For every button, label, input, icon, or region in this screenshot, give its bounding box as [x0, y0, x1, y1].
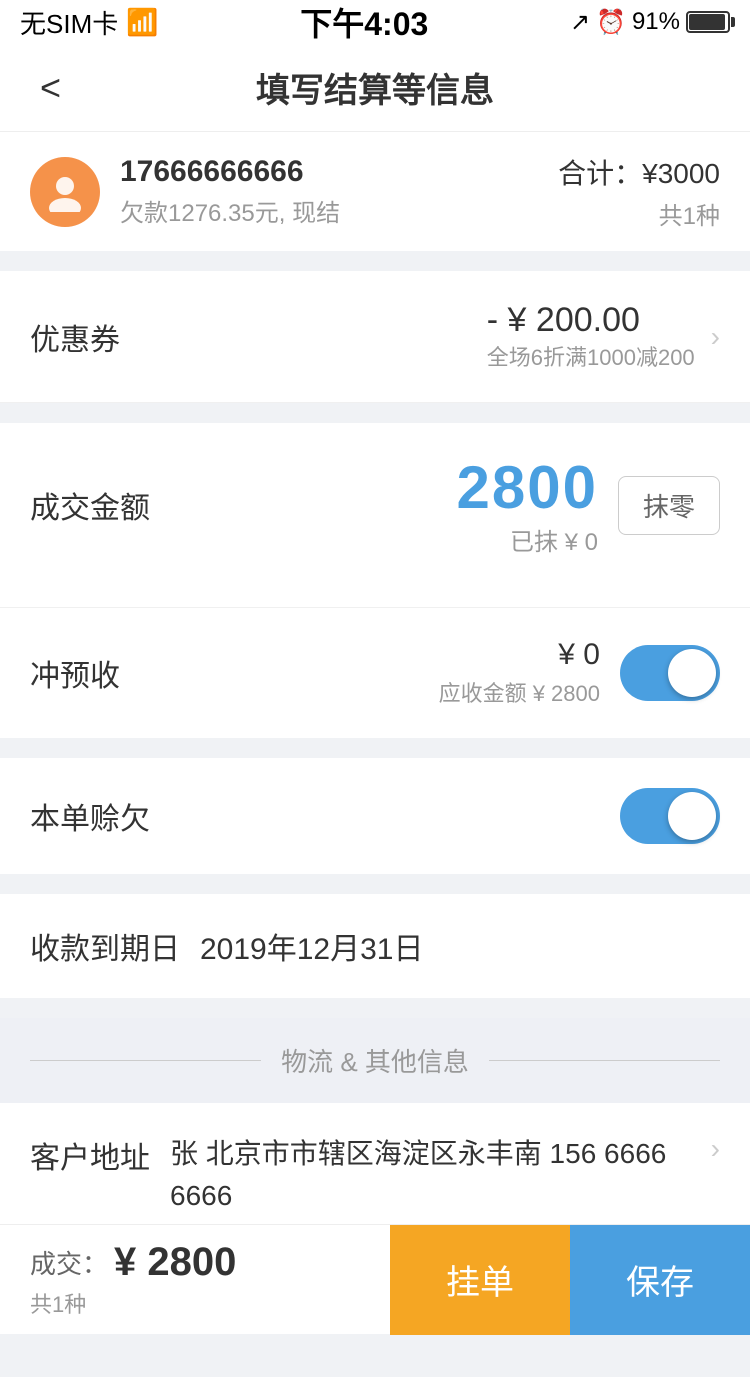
- page-title: 填写结算等信息: [256, 63, 494, 112]
- credit-toggle[interactable]: [620, 788, 720, 844]
- coupon-amount: - ¥ 200.00: [487, 301, 695, 340]
- prepay-row: 冲预收 ¥ 0 应收金额 ¥ 2800: [0, 608, 750, 738]
- customer-left: 17666666666 欠款1276.35元, 现结: [30, 155, 340, 228]
- address-value: 张 北京市市辖区海淀区永丰南 156 6666 6666: [170, 1133, 691, 1217]
- coupon-desc: 全场6折满1000减200: [487, 340, 695, 372]
- address-chevron-icon: ›: [711, 1133, 720, 1165]
- credit-label: 本单赊欠: [30, 794, 150, 838]
- amount-section: 成交金额 2800 已抹 ¥ 0 抹零: [0, 423, 750, 607]
- divider-line-left: [30, 1060, 261, 1061]
- customer-right: 合计：¥3000 共1种: [558, 152, 720, 231]
- location-icon: ↗: [570, 8, 590, 37]
- prepay-receivable: 应收金额 ¥ 2800: [439, 676, 600, 708]
- main-content: 17666666666 欠款1276.35元, 现结 合计：¥3000 共1种 …: [0, 132, 750, 1377]
- hold-button[interactable]: 挂单: [390, 1225, 570, 1335]
- coupon-row[interactable]: 优惠券 - ¥ 200.00 全场6折满1000减200 ›: [0, 271, 750, 403]
- prepay-toggle[interactable]: [620, 645, 720, 701]
- status-carrier: 无SIM卡 📶: [20, 4, 159, 41]
- divider-4: [0, 874, 750, 894]
- bottom-footer: 成交： ¥ 2800 共1种 挂单 保存: [0, 1224, 750, 1334]
- footer-count: 共1种: [30, 1287, 360, 1319]
- customer-phone: 17666666666: [120, 155, 340, 189]
- prepay-amount: ¥ 0: [439, 638, 600, 672]
- due-date-label: 收款到期日: [30, 924, 180, 968]
- status-bar: 无SIM卡 📶 下午4:03 ↗ ⏰ 91%: [0, 0, 750, 44]
- wifi-icon: 📶: [126, 7, 158, 38]
- footer-deal: 成交： ¥ 2800: [30, 1240, 360, 1285]
- amount-value-block: 2800 已抹 ¥ 0: [457, 453, 598, 557]
- back-button[interactable]: <: [30, 57, 71, 119]
- coupon-value-block: - ¥ 200.00 全场6折满1000减200: [487, 301, 695, 372]
- order-count: 共1种: [558, 196, 720, 231]
- amount-row: 成交金额 2800 已抹 ¥ 0 抹零: [30, 453, 720, 557]
- customer-row: 17666666666 欠款1276.35元, 现结 合计：¥3000 共1种: [0, 132, 750, 251]
- status-time: 下午4:03: [300, 0, 428, 45]
- battery-text: 91%: [632, 8, 680, 36]
- save-button[interactable]: 保存: [570, 1225, 750, 1335]
- footer-info: 成交： ¥ 2800 共1种: [0, 1240, 390, 1319]
- battery-icon: [686, 11, 730, 33]
- amount-right: 2800 已抹 ¥ 0 抹零: [457, 453, 721, 557]
- due-date-row: 收款到期日 2019年12月31日: [0, 894, 750, 998]
- divider-5: [0, 998, 750, 1018]
- footer-amount: ¥ 2800: [114, 1240, 236, 1285]
- amount-label: 成交金额: [30, 483, 150, 527]
- status-right: ↗ ⏰ 91%: [570, 8, 730, 37]
- coupon-label: 优惠券: [30, 315, 120, 359]
- divider-3: [0, 738, 750, 758]
- divider-1: [0, 251, 750, 271]
- prepay-label: 冲预收: [30, 651, 120, 695]
- customer-debt: 欠款1276.35元, 现结: [120, 193, 340, 228]
- coupon-right: - ¥ 200.00 全场6折满1000减200 ›: [487, 301, 720, 372]
- customer-info: 17666666666 欠款1276.35元, 现结: [120, 155, 340, 228]
- carrier-text: 无SIM卡: [20, 4, 118, 41]
- due-date-value: 2019年12月31日: [200, 924, 423, 968]
- round-zero-button[interactable]: 抹零: [618, 476, 720, 535]
- divider-line-right: [489, 1060, 720, 1061]
- order-total: 合计：¥3000: [558, 152, 720, 192]
- avatar: [30, 157, 100, 227]
- amount-sub: 已抹 ¥ 0: [457, 522, 598, 557]
- divider-2: [0, 403, 750, 423]
- logistics-label: 物流 & 其他信息: [281, 1042, 469, 1079]
- chevron-right-icon: ›: [711, 321, 720, 353]
- nav-bar: < 填写结算等信息: [0, 44, 750, 132]
- amount-value: 2800: [457, 453, 598, 522]
- address-label: 客户地址: [30, 1133, 150, 1177]
- prepay-right: ¥ 0 应收金额 ¥ 2800: [439, 638, 600, 708]
- logistics-divider: 物流 & 其他信息: [0, 1018, 750, 1103]
- credit-row: 本单赊欠: [0, 758, 750, 874]
- alarm-icon: ⏰: [596, 8, 626, 37]
